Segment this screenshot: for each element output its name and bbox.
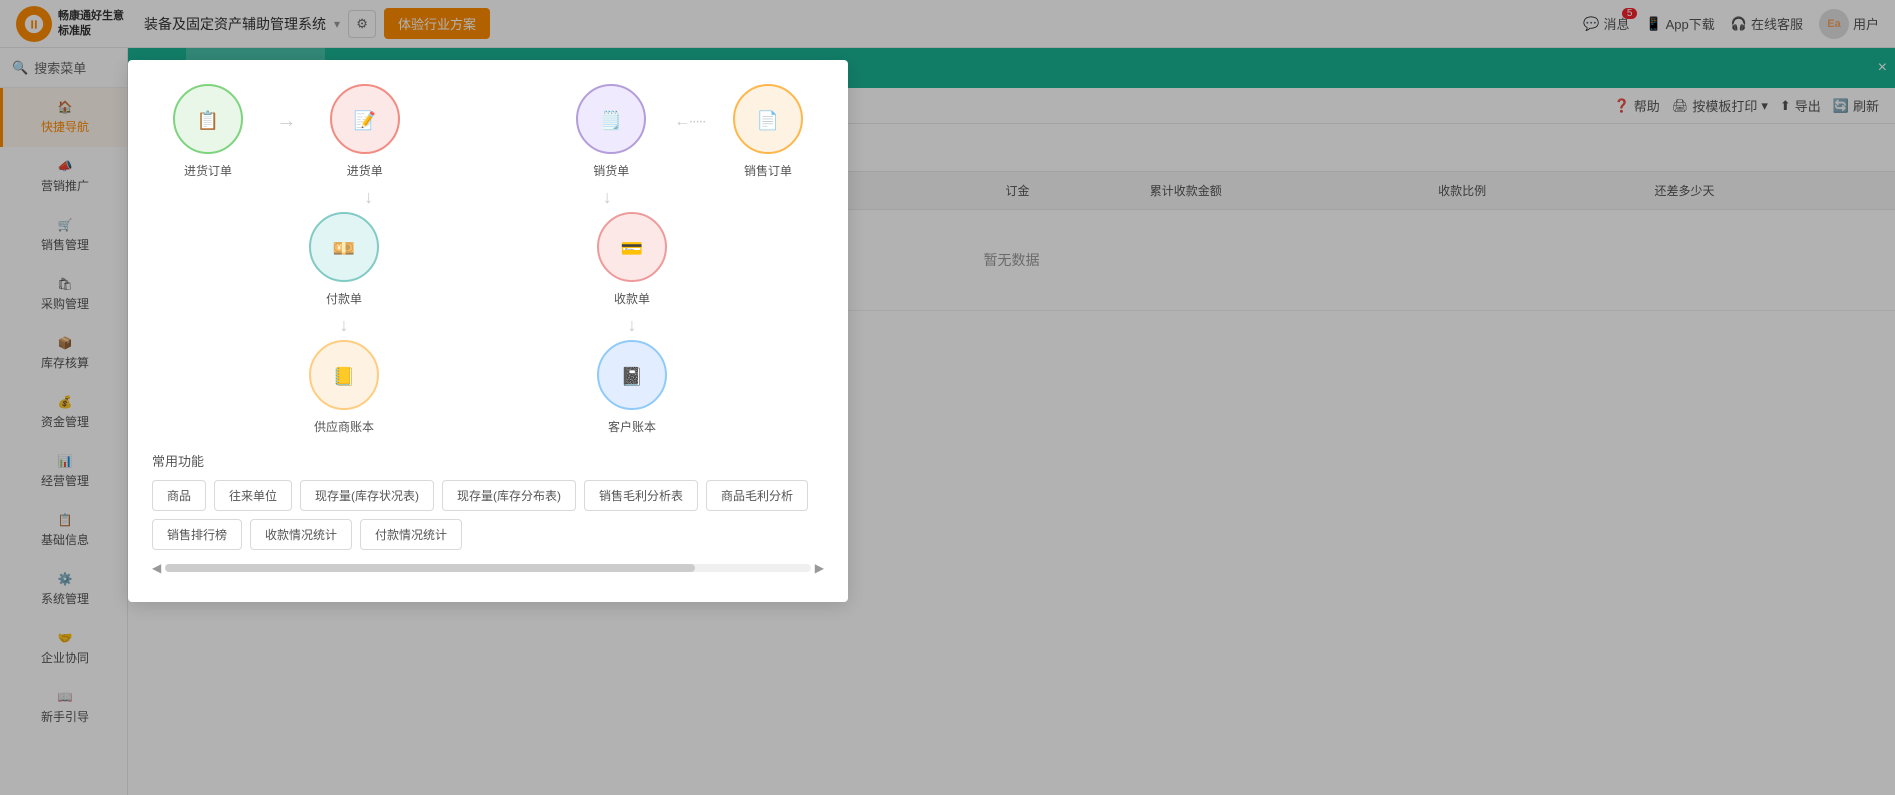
common-functions-section: 常用功能 商品 往来单位 现存量(库存状况表) 现存量(库存分布表) 销售毛利分…: [152, 451, 824, 550]
modal-overlay: 📋 进货订单 → 📝 进货单: [0, 0, 1895, 795]
function-buttons-row1: 商品 往来单位 现存量(库存状况表) 现存量(库存分布表) 销售毛利分析表 商品…: [152, 480, 824, 511]
flow-node-sales-bill: 🗒️ 销货单: [555, 84, 667, 179]
arrow-down-sales: ↓: [553, 187, 661, 208]
svg-text:📋: 📋: [197, 109, 219, 130]
receipt-bill-icon: 💳: [597, 212, 667, 282]
flow-node-supplier-account: 📒 供应商账本: [272, 340, 416, 435]
modal-scrollbar-area: ◀ ▶: [152, 558, 824, 578]
modal-scrollbar-thumb: [165, 564, 694, 572]
func-btn-partner[interactable]: 往来单位: [214, 480, 292, 511]
func-btn-receipt-stats[interactable]: 收款情况统计: [250, 519, 352, 550]
func-btn-stock-status[interactable]: 现存量(库存状况表): [300, 480, 434, 511]
svg-text:💳: 💳: [621, 238, 643, 258]
flow-node-receipt-bill: 💳 收款单: [560, 212, 704, 307]
svg-text:📄: 📄: [757, 109, 779, 130]
svg-text:💴: 💴: [333, 238, 355, 258]
func-btn-sales-rank[interactable]: 销售排行榜: [152, 519, 242, 550]
arrow-down-purchase: ↓: [315, 187, 423, 208]
common-functions-title: 常用功能: [152, 451, 824, 470]
arrow-down-receipt: ↓: [560, 315, 704, 336]
customer-account-icon: 📓: [597, 340, 667, 410]
svg-text:📒: 📒: [333, 366, 355, 386]
func-btn-sales-profit[interactable]: 销售毛利分析表: [584, 480, 698, 511]
svg-text:🗒️: 🗒️: [600, 109, 622, 130]
scroll-left-icon[interactable]: ◀: [152, 561, 161, 575]
purchase-bill-icon: 📝: [330, 84, 400, 154]
func-btn-payment-stats[interactable]: 付款情况统计: [360, 519, 462, 550]
flow-modal: 📋 进货订单 → 📝 进货单: [128, 60, 848, 602]
flow-node-sales-order: 📄 销售订单: [712, 84, 824, 179]
func-btn-product[interactable]: 商品: [152, 480, 206, 511]
sales-bill-icon: 🗒️: [576, 84, 646, 154]
arrow-sales-order-to-bill: ←·····: [667, 113, 712, 151]
flow-node-payment-bill: 💴 付款单: [272, 212, 416, 307]
flow-node-customer-account: 📓 客户账本: [560, 340, 704, 435]
scroll-right-icon[interactable]: ▶: [815, 561, 824, 575]
svg-text:📝: 📝: [354, 109, 376, 130]
func-btn-product-profit[interactable]: 商品毛利分析: [706, 480, 808, 511]
sales-order-icon: 📄: [733, 84, 803, 154]
supplier-account-icon: 📒: [309, 340, 379, 410]
flow-node-purchase-bill: 📝 进货单: [309, 84, 421, 179]
purchase-order-icon: 📋: [173, 84, 243, 154]
arrow-purchase-order-to-bill: →: [264, 110, 309, 153]
arrow-down-payment: ↓: [272, 315, 416, 336]
flow-diagram: 📋 进货订单 → 📝 进货单: [152, 84, 824, 435]
func-btn-stock-dist[interactable]: 现存量(库存分布表): [442, 480, 576, 511]
function-buttons-row2: 销售排行榜 收款情况统计 付款情况统计: [152, 519, 824, 550]
svg-text:📓: 📓: [621, 366, 643, 386]
flow-node-purchase-order: 📋 进货订单: [152, 84, 264, 179]
payment-bill-icon: 💴: [309, 212, 379, 282]
modal-scrollbar-track[interactable]: [165, 564, 811, 572]
